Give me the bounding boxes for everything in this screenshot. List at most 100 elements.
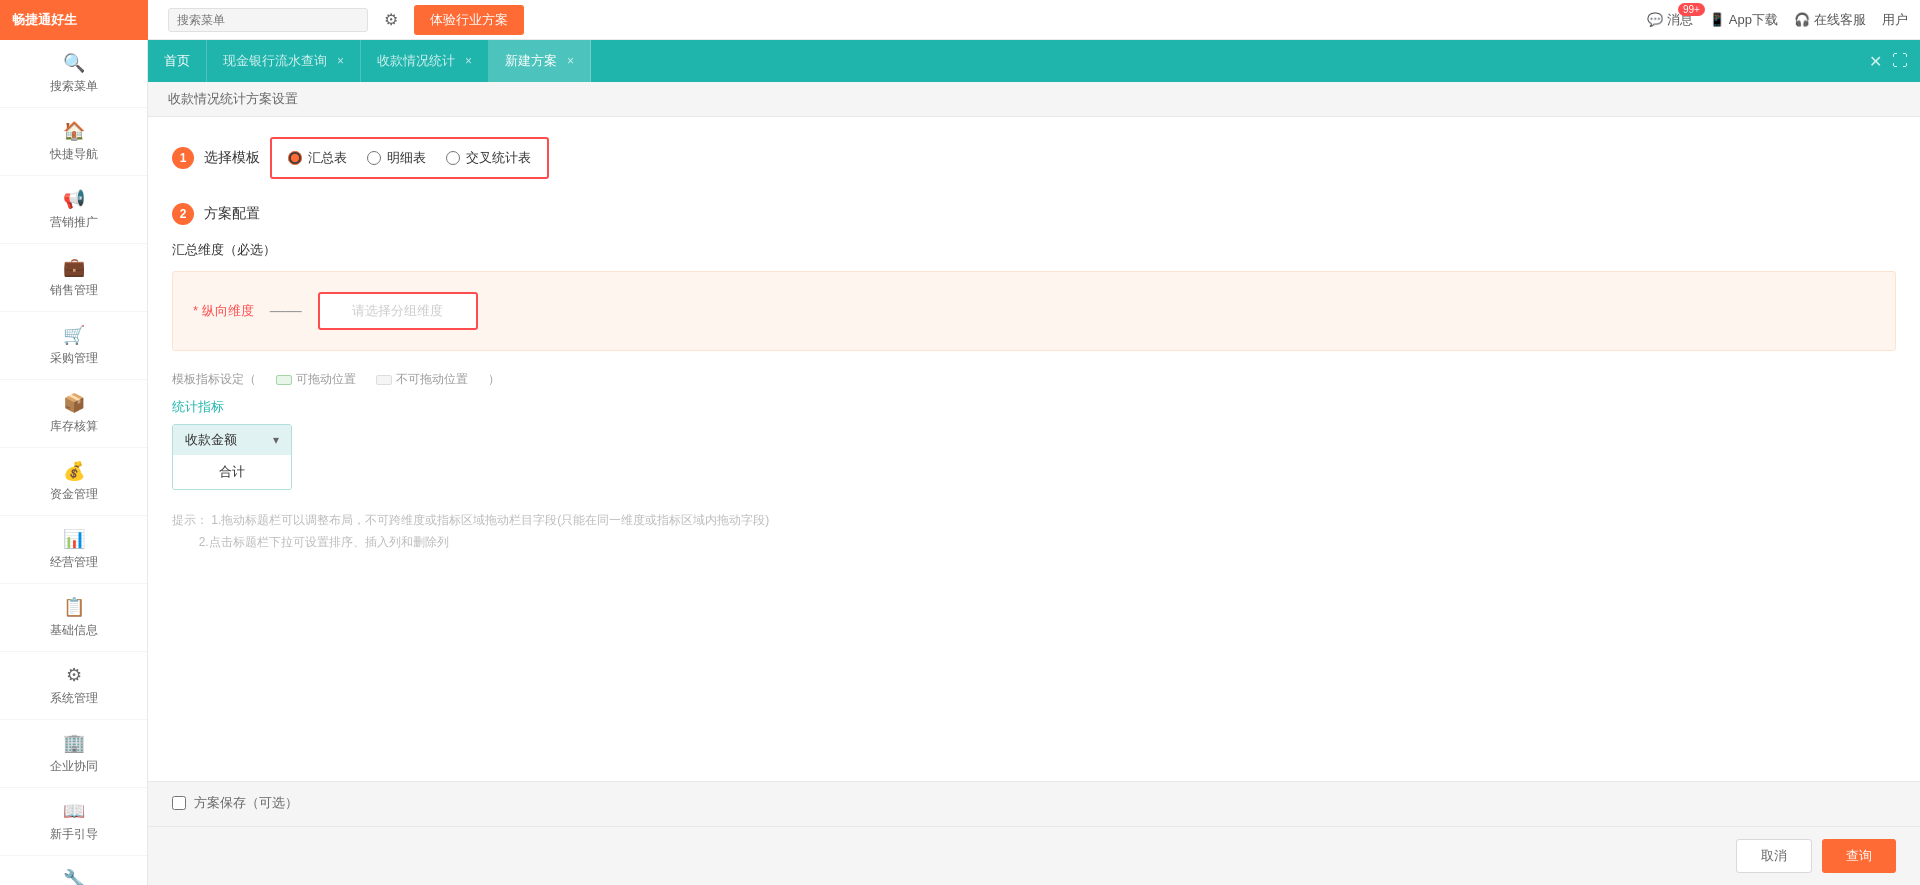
radio-summary-input[interactable] (288, 151, 302, 165)
marketing-icon: 📢 (63, 188, 85, 210)
metrics-card-header[interactable]: 收款金额 ▾ (173, 425, 291, 455)
radio-summary[interactable]: 汇总表 (288, 149, 347, 167)
message-icon: 💬 (1647, 12, 1663, 27)
vertical-dim-label: 纵向维度 (193, 302, 254, 320)
sidebar-item-basic-label: 基础信息 (50, 622, 98, 639)
sales-icon: 💼 (63, 256, 85, 278)
tab-bar-right: ✕ ⛶ (1869, 40, 1920, 82)
header-search-wrapper (168, 8, 368, 32)
sidebar-item-purchase[interactable]: 🛒 采购管理 (0, 312, 147, 380)
template-selector: 汇总表 明细表 交叉统计表 (270, 137, 549, 179)
sidebar-item-corp-label: 企业协同 (50, 758, 98, 775)
radio-cross-input[interactable] (446, 151, 460, 165)
user-name: 用户 (1882, 11, 1908, 29)
dimension-area: 纵向维度 —— 请选择分组维度 (172, 271, 1896, 351)
hint-section: 提示： 1.拖动标题栏可以调整布局，不可跨维度或指标区域拖动栏目字段(只能在同一… (172, 510, 1896, 553)
sidebar-item-sales[interactable]: 💼 销售管理 (0, 244, 147, 312)
tab-home[interactable]: 首页 (148, 40, 207, 82)
user-avatar[interactable]: 用户 (1882, 11, 1908, 29)
step2-badge: 2 (172, 203, 194, 225)
dimension-placeholder[interactable]: 请选择分组维度 (318, 292, 478, 330)
tab-minimize-icon[interactable]: ✕ (1869, 52, 1882, 71)
tab-cash-query-close[interactable]: × (337, 54, 344, 68)
step2-title: 方案配置 (204, 205, 260, 223)
sidebar-item-marketing-label: 营销推广 (50, 214, 98, 231)
sidebar-item-guide-label: 新手引导 (50, 826, 98, 843)
management-icon: 📊 (63, 528, 85, 550)
metrics-card: 收款金额 ▾ 合计 (172, 424, 292, 490)
tab-new-plan-close[interactable]: × (567, 54, 574, 68)
sidebar-item-system-label: 系统管理 (50, 690, 98, 707)
radio-cross-label: 交叉统计表 (466, 149, 531, 167)
bottom-bar: 取消 查询 (148, 826, 1920, 885)
download-icon: 📱 (1709, 12, 1725, 27)
save-section: 方案保存（可选） (148, 781, 1920, 824)
sidebar-item-guide[interactable]: 📖 新手引导 (0, 788, 147, 856)
tab-receipt-stats-close[interactable]: × (465, 54, 472, 68)
sidebar-item-nav[interactable]: 🏠 快捷导航 (0, 108, 147, 176)
trial-button[interactable]: 体验行业方案 (414, 5, 524, 35)
tab-new-plan[interactable]: 新建方案 × (489, 40, 591, 82)
sidebar-item-nav-label: 快捷导航 (50, 146, 98, 163)
sidebar-item-finance[interactable]: 💰 资金管理 (0, 448, 147, 516)
service-label: 在线客服 (1814, 11, 1866, 29)
sidebar-item-inventory-label: 库存核算 (50, 418, 98, 435)
radio-cross[interactable]: 交叉统计表 (446, 149, 531, 167)
sidebar-item-management[interactable]: 📊 经营管理 (0, 516, 147, 584)
non-draggable-label: 不可拖动位置 (396, 371, 468, 388)
corp-icon: 🏢 (63, 732, 85, 754)
query-button[interactable]: 查询 (1822, 839, 1896, 873)
header-search-input[interactable] (168, 8, 368, 32)
sidebar-item-corp[interactable]: 🏢 企业协同 (0, 720, 147, 788)
sidebar-item-marketing[interactable]: 📢 营销推广 (0, 176, 147, 244)
sidebar-item-basic[interactable]: 📋 基础信息 (0, 584, 147, 652)
tab-new-plan-label: 新建方案 (505, 52, 557, 70)
metrics-card-header-text: 收款金额 (185, 431, 237, 449)
radio-detail[interactable]: 明细表 (367, 149, 426, 167)
tab-home-label: 首页 (164, 52, 190, 70)
draggable-label: 可拖动位置 (296, 371, 356, 388)
hint-row-2: 2.点击标题栏下拉可设置排序、插入列和删除列 (172, 532, 1896, 554)
tab-receipt-stats[interactable]: 收款情况统计 × (361, 40, 489, 82)
hint-row-1: 提示： 1.拖动标题栏可以调整布局，不可跨维度或指标区域拖动栏目字段(只能在同一… (172, 510, 1896, 532)
sidebar-item-finance-label: 资金管理 (50, 486, 98, 503)
radio-detail-input[interactable] (367, 151, 381, 165)
step1-header: 1 选择模板 汇总表 明细表 (172, 137, 1896, 179)
config-section: 汇总维度（必选） 纵向维度 —— 请选择分组维度 (172, 241, 1896, 553)
save-checkbox[interactable] (172, 796, 186, 810)
radio-detail-label: 明细表 (387, 149, 426, 167)
service-item[interactable]: 🎧 在线客服 (1794, 11, 1866, 29)
tab-maximize-icon[interactable]: ⛶ (1892, 52, 1908, 70)
message-item[interactable]: 💬 消息 99+ (1647, 11, 1693, 29)
gear-icon[interactable]: ⚙ (384, 10, 398, 29)
basic-icon: 📋 (63, 596, 85, 618)
cancel-button[interactable]: 取消 (1736, 839, 1812, 873)
metrics-title: 统计指标 (172, 398, 1896, 416)
form-container: 1 选择模板 汇总表 明细表 (148, 117, 1920, 781)
tab-bar: 首页 现金银行流水查询 × 收款情况统计 × 新建方案 × ✕ ⛶ (148, 40, 1920, 82)
download-label: App下载 (1729, 11, 1778, 29)
sidebar: 🔍 搜索菜单 🏠 快捷导航 📢 营销推广 💼 销售管理 🛒 采购管理 📦 库存核… (0, 40, 148, 885)
hardware-icon: 🔧 (63, 868, 85, 885)
chevron-down-icon: ▾ (273, 433, 279, 447)
inventory-icon: 📦 (63, 392, 85, 414)
home-icon: 🏠 (63, 120, 85, 142)
service-icon: 🎧 (1794, 12, 1810, 27)
non-draggable-indicator: 不可拖动位置 (376, 371, 468, 388)
step1-title: 选择模板 (204, 149, 260, 167)
dimension-section-title: 汇总维度（必选） (172, 241, 1896, 259)
sidebar-item-sales-label: 销售管理 (50, 282, 98, 299)
sidebar-item-search[interactable]: 🔍 搜索菜单 (0, 40, 147, 108)
dimension-arrow-icon: —— (270, 302, 302, 320)
sidebar-item-inventory[interactable]: 📦 库存核算 (0, 380, 147, 448)
save-label[interactable]: 方案保存（可选） (194, 794, 298, 812)
message-badge: 99+ (1678, 3, 1705, 16)
page-breadcrumb: 收款情况统计方案设置 (148, 82, 1920, 117)
sidebar-item-management-label: 经营管理 (50, 554, 98, 571)
tab-receipt-stats-label: 收款情况统计 (377, 52, 455, 70)
tab-cash-query[interactable]: 现金银行流水查询 × (207, 40, 361, 82)
sidebar-item-system[interactable]: ⚙ 系统管理 (0, 652, 147, 720)
download-item[interactable]: 📱 App下载 (1709, 11, 1778, 29)
sidebar-item-hardware[interactable]: 🔧 智能硬件 (0, 856, 147, 885)
hint-text-2: 2.点击标题栏下拉可设置排序、插入列和删除列 (172, 532, 449, 554)
